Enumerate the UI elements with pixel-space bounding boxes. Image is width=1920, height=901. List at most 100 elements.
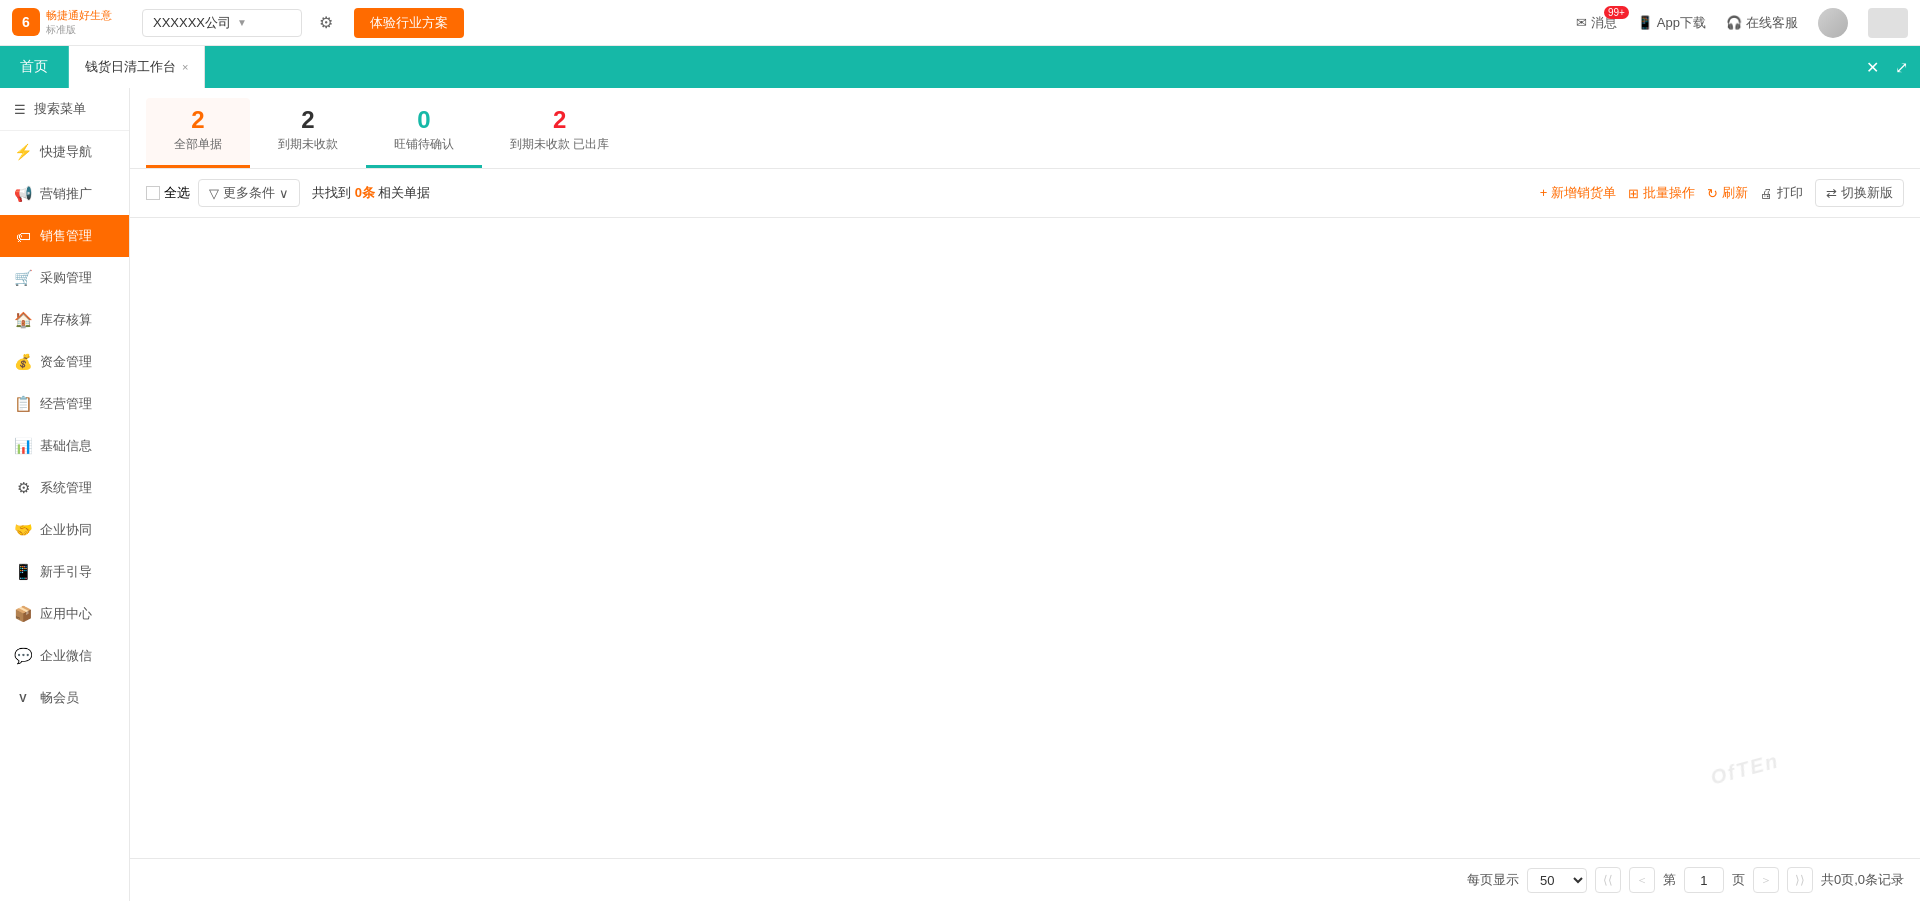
- sidebar: ☰ 搜索菜单 ⚡ 快捷导航 📢 营销推广 🏷 销售管理 🛒 采购管理 🏠 库存核…: [0, 88, 130, 901]
- stat-overdue-count: 2: [301, 106, 314, 134]
- capital-icon: 💰: [14, 353, 32, 371]
- tab-close-all-button[interactable]: ✕: [1862, 54, 1883, 81]
- sidebar-item-label: 企业微信: [40, 647, 92, 665]
- sidebar-item-system[interactable]: ⚙ 系统管理: [0, 467, 129, 509]
- empty-state: [130, 218, 1920, 618]
- app-download-label: App下载: [1657, 14, 1706, 32]
- tab-home[interactable]: 首页: [0, 46, 69, 88]
- company-selector[interactable]: XXXXXX公司 ▼: [142, 9, 302, 37]
- filter-button[interactable]: ▽ 更多条件 ∨: [198, 179, 300, 207]
- refresh-icon: ↻: [1707, 186, 1718, 201]
- vip-icon: V: [14, 689, 32, 707]
- select-all-checkbox[interactable]: 全选: [146, 184, 190, 202]
- quick-nav-icon: ⚡: [14, 143, 32, 161]
- stat-tab-all[interactable]: 2 全部单据: [146, 98, 250, 168]
- sidebar-item-sales[interactable]: 🏷 销售管理: [0, 215, 129, 257]
- sidebar-item-label: 企业协同: [40, 521, 92, 539]
- sidebar-item-label: 畅会员: [40, 689, 79, 707]
- refresh-button[interactable]: ↻ 刷新: [1707, 184, 1748, 202]
- avatar[interactable]: [1818, 8, 1848, 38]
- next-page-button[interactable]: ＞: [1753, 867, 1779, 893]
- trial-button[interactable]: 体验行业方案: [354, 8, 464, 38]
- search-icon: ☰: [14, 102, 26, 117]
- sidebar-item-guide[interactable]: 📱 新手引导: [0, 551, 129, 593]
- total-info: 共0页,0条记录: [1821, 871, 1904, 889]
- stat-tab-overdue-unshipped[interactable]: 2 到期未收款 已出库: [482, 98, 637, 168]
- logo-icon: 6: [12, 8, 40, 36]
- sidebar-item-purchase[interactable]: 🛒 采购管理: [0, 257, 129, 299]
- tab-expand-button[interactable]: ⤢: [1891, 54, 1912, 81]
- wechat-icon: 💬: [14, 647, 32, 665]
- sidebar-item-capital[interactable]: 💰 资金管理: [0, 341, 129, 383]
- sidebar-item-quick-nav[interactable]: ⚡ 快捷导航: [0, 131, 129, 173]
- tab-qianghuo[interactable]: 钱货日清工作台 ×: [69, 46, 205, 88]
- guide-icon: 📱: [14, 563, 32, 581]
- page-text-label: 第: [1663, 871, 1676, 889]
- basic-info-icon: 📊: [14, 437, 32, 455]
- found-text: 共找到 0条 相关单据: [312, 184, 430, 202]
- tab-qianghuo-label: 钱货日清工作台: [85, 58, 176, 76]
- system-icon: ⚙: [14, 479, 32, 497]
- message-icon: ✉: [1576, 15, 1587, 30]
- sidebar-item-marketing[interactable]: 📢 营销推广: [0, 173, 129, 215]
- last-page-button[interactable]: ⟩⟩: [1787, 867, 1813, 893]
- sales-icon: 🏷: [14, 227, 32, 245]
- stat-all-count: 2: [191, 106, 204, 134]
- headset-icon: 🎧: [1726, 15, 1742, 30]
- online-service-button[interactable]: 🎧 在线客服: [1726, 14, 1798, 32]
- sidebar-item-label: 应用中心: [40, 605, 92, 623]
- filter-label: 更多条件: [223, 184, 275, 202]
- logo-area: 6 畅捷通好生意 标准版: [12, 8, 142, 36]
- content-area: 2 全部单据 2 到期未收款 0 旺铺待确认 2 到期未收款 已出库 全选: [130, 88, 1920, 901]
- sidebar-search-menu[interactable]: ☰ 搜索菜单: [0, 88, 129, 131]
- stat-pending-count: 0: [417, 106, 430, 134]
- page-size-label: 每页显示: [1467, 871, 1519, 889]
- app-download-button[interactable]: 📱 App下载: [1637, 14, 1706, 32]
- sidebar-item-operations[interactable]: 📋 经营管理: [0, 383, 129, 425]
- top-header: 6 畅捷通好生意 标准版 XXXXXX公司 ▼ ⚙ 体验行业方案 ✉ 消息 99…: [0, 0, 1920, 46]
- batch-operation-button[interactable]: ⊞ 批量操作: [1628, 184, 1695, 202]
- chevron-down-icon: ∨: [279, 186, 289, 201]
- online-service-label: 在线客服: [1746, 14, 1798, 32]
- sidebar-item-wechat[interactable]: 💬 企业微信: [0, 635, 129, 677]
- toolbar: 全选 ▽ 更多条件 ∨ 共找到 0条 相关单据 + 新增销货单 ⊞ 批量操作 ↻: [130, 169, 1920, 218]
- stat-all-label: 全部单据: [174, 136, 222, 153]
- sidebar-item-label: 销售管理: [40, 227, 92, 245]
- stat-tab-pending[interactable]: 0 旺铺待确认: [366, 98, 482, 168]
- home-tab-label: 首页: [20, 58, 48, 76]
- switch-version-button[interactable]: ⇄ 切换新版: [1815, 179, 1904, 207]
- add-sales-order-button[interactable]: + 新增销货单: [1540, 184, 1616, 202]
- switch-icon: ⇄: [1826, 186, 1837, 201]
- sidebar-item-label: 采购管理: [40, 269, 92, 287]
- user-menu[interactable]: [1868, 8, 1908, 38]
- logo-sub: 标准版: [46, 23, 112, 37]
- page-size-select[interactable]: 50 100 200: [1527, 868, 1587, 893]
- sidebar-item-enterprise[interactable]: 🤝 企业协同: [0, 509, 129, 551]
- table-area: [130, 218, 1920, 858]
- chevron-down-icon: ▼: [237, 17, 247, 28]
- close-tab-icon[interactable]: ×: [182, 61, 188, 73]
- sidebar-item-inventory[interactable]: 🏠 库存核算: [0, 299, 129, 341]
- print-button[interactable]: 🖨 打印: [1760, 184, 1803, 202]
- stats-tabs: 2 全部单据 2 到期未收款 0 旺铺待确认 2 到期未收款 已出库: [130, 88, 1920, 169]
- page-number-input[interactable]: [1684, 867, 1724, 893]
- sidebar-item-label: 经营管理: [40, 395, 92, 413]
- prev-page-button[interactable]: ＜: [1629, 867, 1655, 893]
- sidebar-item-label: 新手引导: [40, 563, 92, 581]
- first-page-button[interactable]: ⟨⟨: [1595, 867, 1621, 893]
- stat-unshipped-label: 到期未收款 已出库: [510, 136, 609, 153]
- batch-icon: ⊞: [1628, 186, 1639, 201]
- logo-text: 畅捷通好生意: [46, 8, 112, 22]
- sidebar-item-label: 库存核算: [40, 311, 92, 329]
- found-count: 0条: [355, 185, 375, 200]
- sidebar-item-vip[interactable]: V 畅会员: [0, 677, 129, 719]
- tab-bar-right: ✕ ⤢: [1862, 54, 1920, 81]
- stat-tab-overdue-unpaid[interactable]: 2 到期未收款: [250, 98, 366, 168]
- sidebar-item-app-center[interactable]: 📦 应用中心: [0, 593, 129, 635]
- sidebar-item-basic-info[interactable]: 📊 基础信息: [0, 425, 129, 467]
- message-button[interactable]: ✉ 消息 99: [1576, 14, 1617, 32]
- phone-icon: 📱: [1637, 15, 1653, 30]
- print-icon: 🖨: [1760, 186, 1773, 201]
- settings-icon[interactable]: ⚙: [310, 7, 342, 39]
- pagination-bar: 每页显示 50 100 200 ⟨⟨ ＜ 第 页 ＞ ⟩⟩ 共0页,0条记录: [130, 858, 1920, 901]
